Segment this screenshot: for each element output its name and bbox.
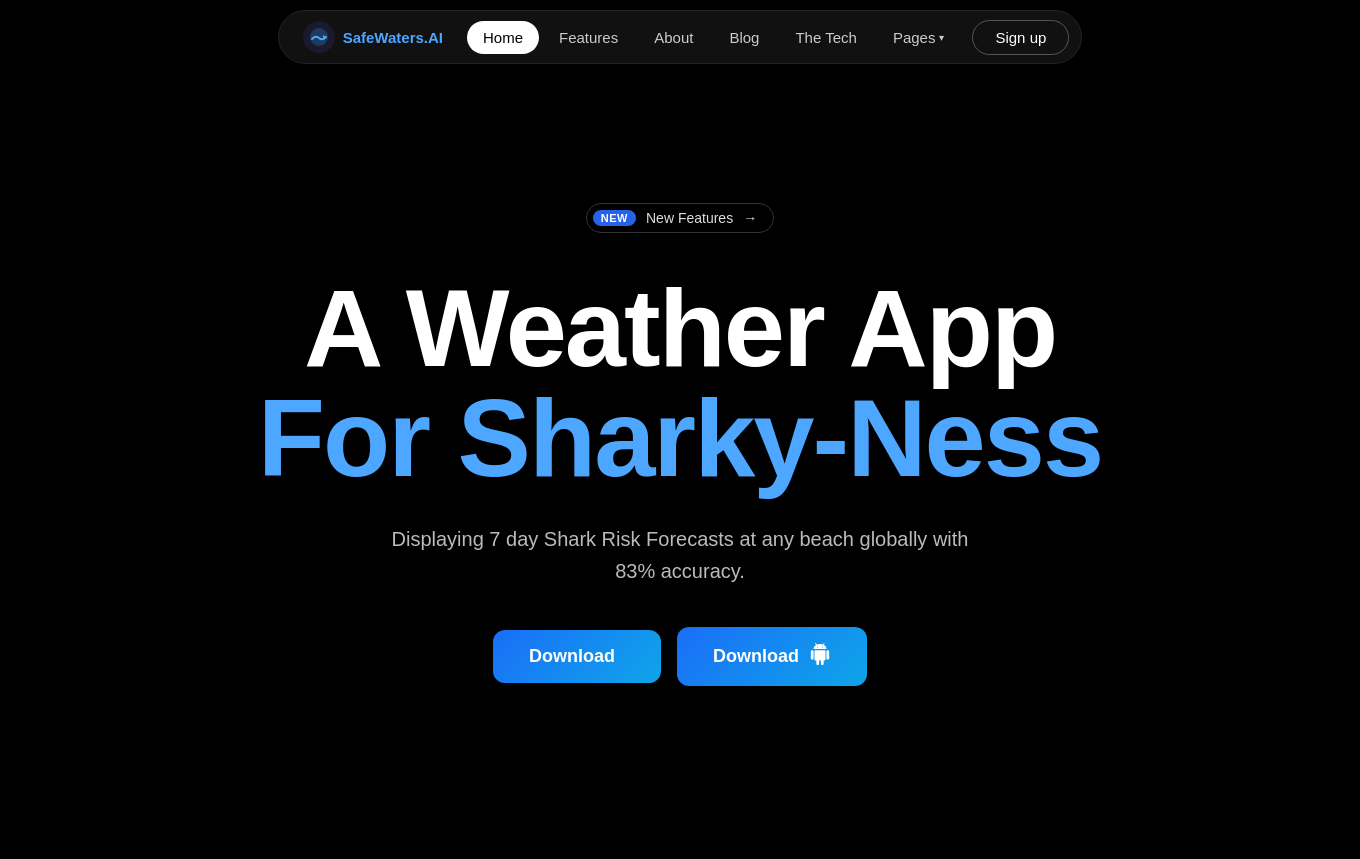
badge-text: New Features <box>646 210 733 226</box>
badge-arrow-icon: → <box>743 210 757 226</box>
hero-title-line2: For Sharky-Ness <box>258 383 1102 493</box>
android-icon <box>809 643 831 670</box>
pages-chevron-icon: ▾ <box>939 32 944 43</box>
download-ios-label: Download <box>529 646 615 667</box>
download-ios-button[interactable]: Download <box>493 630 661 683</box>
nav-pages[interactable]: Pages ▾ <box>877 21 961 54</box>
nav-blog[interactable]: Blog <box>713 21 775 54</box>
nav-features[interactable]: Features <box>543 21 634 54</box>
download-buttons: Download Download <box>493 627 867 686</box>
new-features-badge[interactable]: NEW New Features → <box>586 203 774 233</box>
new-tag: NEW <box>593 210 636 226</box>
nav-the-tech[interactable]: The Tech <box>779 21 872 54</box>
hero-subtitle: Displaying 7 day Shark Risk Forecasts at… <box>380 523 980 587</box>
navbar: SafeWaters.AI Home Features About Blog T… <box>0 0 1360 74</box>
logo-icon <box>303 21 335 53</box>
nav-home[interactable]: Home <box>467 21 539 54</box>
nav-container: SafeWaters.AI Home Features About Blog T… <box>278 10 1083 64</box>
signup-button[interactable]: Sign up <box>972 20 1069 55</box>
download-android-label: Download <box>713 646 799 667</box>
logo-text: SafeWaters.AI <box>343 29 443 46</box>
nav-about[interactable]: About <box>638 21 709 54</box>
hero-title-line1: A Weather App <box>304 273 1056 383</box>
hero-section: NEW New Features → A Weather App For Sha… <box>0 74 1360 834</box>
download-android-button[interactable]: Download <box>677 627 867 686</box>
logo[interactable]: SafeWaters.AI <box>291 17 455 57</box>
